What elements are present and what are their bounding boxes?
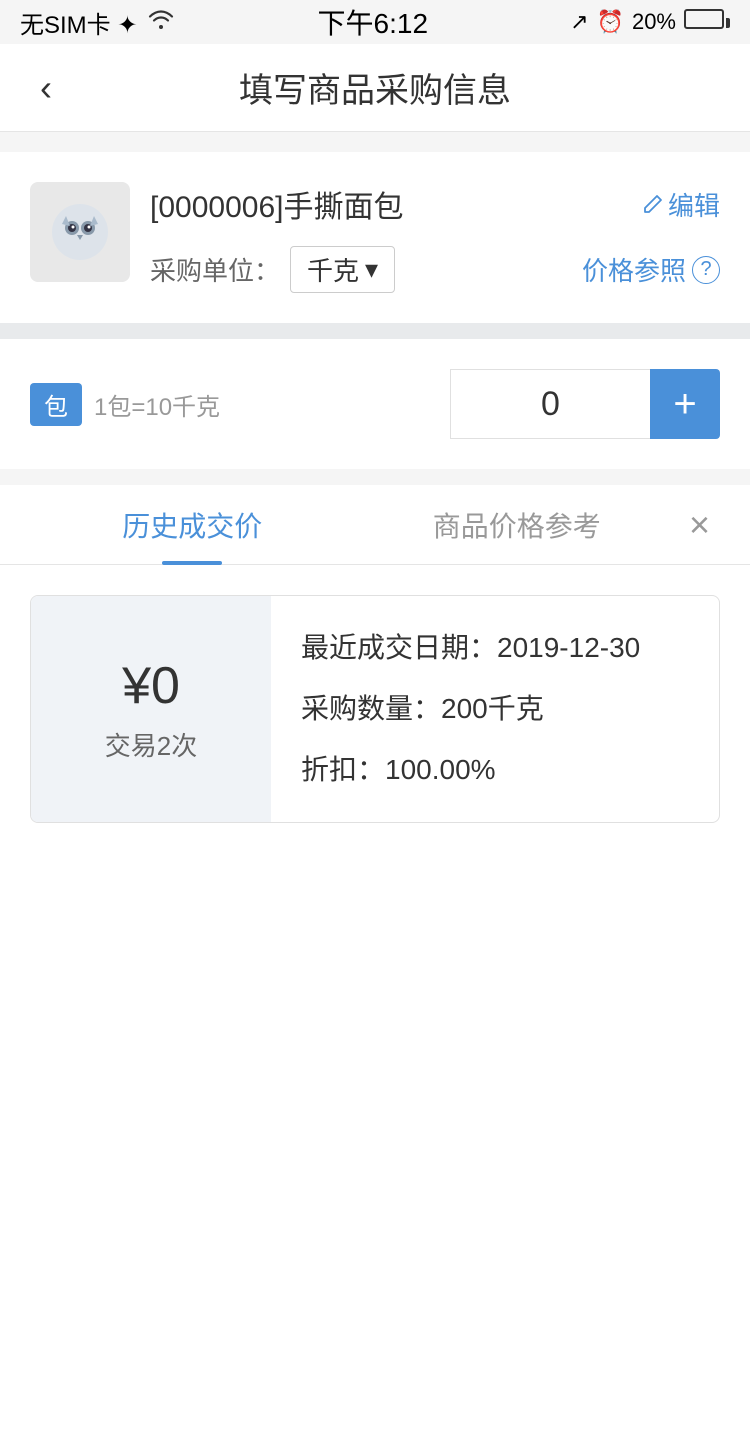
tab-content: ¥0 交易2次 最近成交日期：2019-12-30 采购数量：200千克 折扣：… [0,565,750,853]
price-ref-button[interactable]: 价格参照 ? [582,251,720,288]
unit-label: 采购单位： 千克 ▾ [150,246,395,293]
battery-icon [684,9,730,35]
alarm-icon: ⏰ [597,9,624,35]
trade-count: 交易2次 [105,726,197,763]
status-bar: 无SIM卡 ✦ 下午6:12 ↗ ⏰ 20% [0,0,750,44]
bottom-sheet: 历史成交价 商品价格参考 × ¥0 交易2次 最近成交日期：2019-12-30… [0,485,750,853]
status-time: 下午6:12 [318,2,429,42]
quantity-input[interactable] [450,369,650,439]
nav-bar: ‹ 填写商品采购信息 [0,44,750,132]
dropdown-arrow-icon: ▾ [365,254,378,285]
unit-select[interactable]: 千克 ▾ [290,246,395,293]
product-name: [0000006]手撕面包 [150,182,403,226]
carrier-text: 无SIM卡 ✦ [20,5,137,40]
edit-button[interactable]: 编辑 [642,186,720,223]
location-icon: ↗ [570,9,588,35]
unit-badge: 包 [30,383,82,426]
tabs-header: 历史成交价 商品价格参考 × [0,485,750,565]
discount-row: 折扣：100.00% [301,748,689,793]
price-history-card: ¥0 交易2次 最近成交日期：2019-12-30 采购数量：200千克 折扣：… [30,595,720,823]
quantity-plus-button[interactable]: + [650,369,720,439]
product-header: [0000006]手撕面包 编辑 [150,182,720,226]
quantity-control: + [450,369,720,439]
battery-percent: 20% [632,9,676,35]
tab-product-price-ref[interactable]: 商品价格参考 [354,485,678,565]
status-icons: ↗ ⏰ 20% [570,9,730,35]
edit-label: 编辑 [668,186,720,223]
product-thumbnail [30,182,130,282]
page-bottom [0,853,750,1453]
back-button[interactable]: ‹ [30,57,62,119]
wifi-icon [147,8,175,37]
page-title: 填写商品采购信息 [239,63,511,112]
product-unit-row: 采购单位： 千克 ▾ 价格参照 ? [150,246,720,293]
tab-history-price[interactable]: 历史成交价 [30,485,354,565]
close-button[interactable]: × [679,494,720,556]
quantity-row: 包 1包=10千克 + [0,339,750,469]
quantity-row-detail: 采购数量：200千克 [301,687,689,732]
status-carrier: 无SIM卡 ✦ [20,5,175,40]
price-ref-help-icon: ? [692,256,720,284]
price-amount: ¥0 [122,656,180,716]
product-card: [0000006]手撕面包 编辑 采购单位： 千克 ▾ 价格参照 ? [0,152,750,323]
recent-date-row: 最近成交日期：2019-12-30 [301,626,689,671]
product-info: [0000006]手撕面包 编辑 采购单位： 千克 ▾ 价格参照 ? [150,182,720,293]
unit-info: 包 1包=10千克 [30,383,220,426]
unit-conversion: 1包=10千克 [94,387,220,422]
price-details: 最近成交日期：2019-12-30 采购数量：200千克 折扣：100.00% [271,596,719,822]
price-summary: ¥0 交易2次 [31,596,271,822]
section-divider [0,323,750,339]
